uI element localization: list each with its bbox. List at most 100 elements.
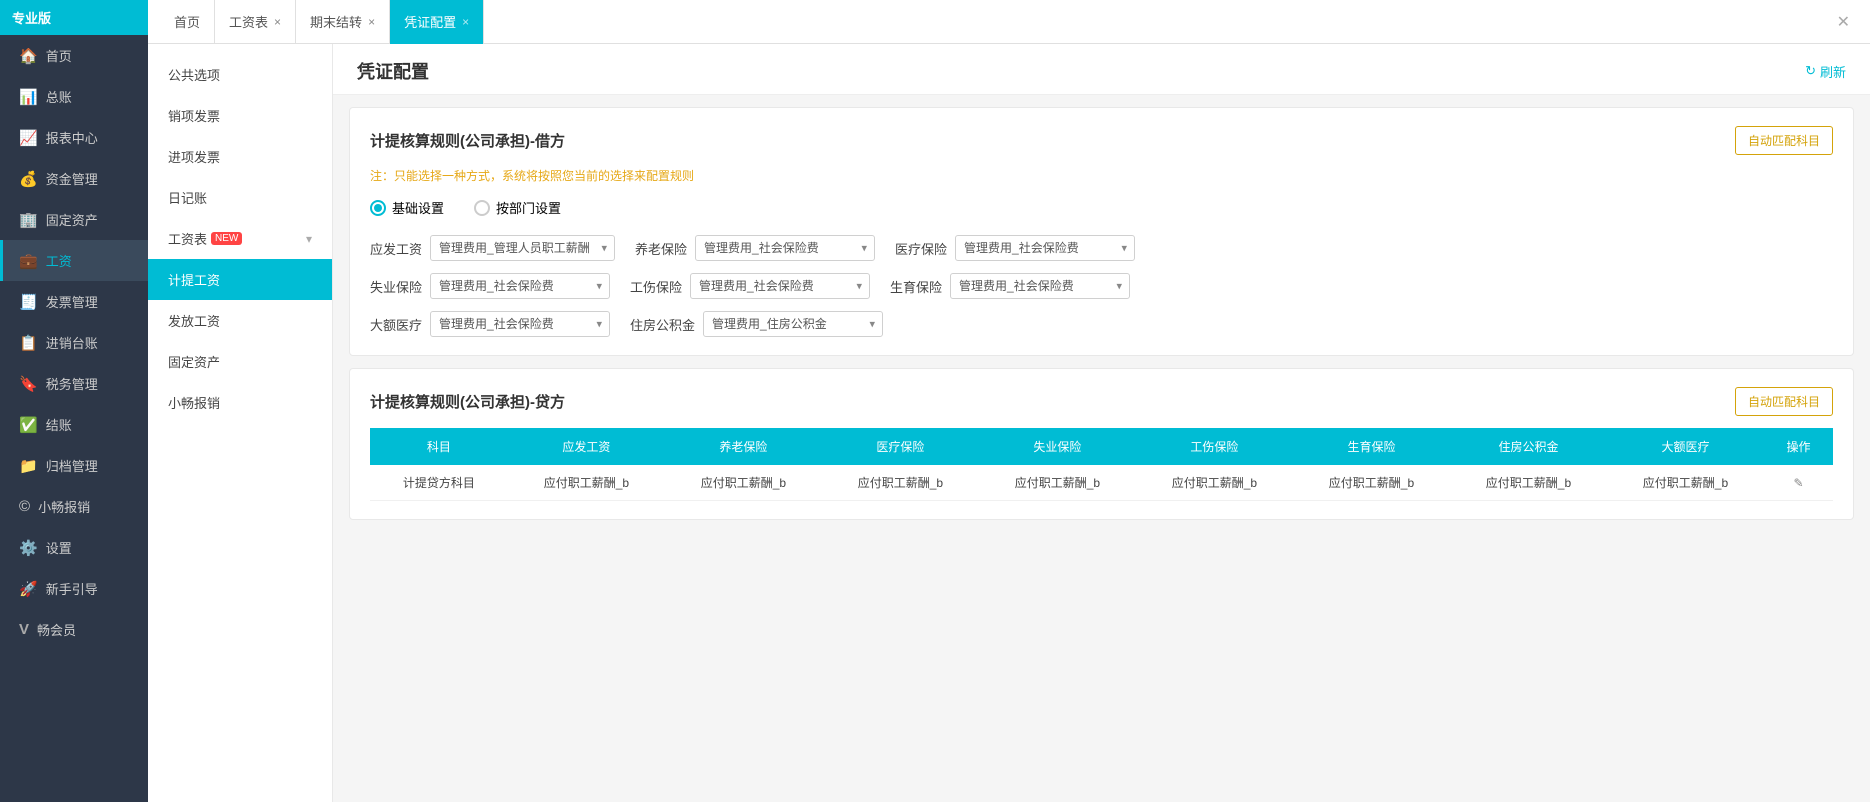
label-maternity: 生育保险: [890, 277, 942, 296]
sidebar-item-guide[interactable]: 🚀 新手引导: [0, 568, 148, 609]
cell-maternity: 应付职工薪酬_b: [1293, 465, 1450, 501]
sub-nav-expense-report[interactable]: 小畅报销: [148, 382, 332, 423]
close-voucher-config-icon[interactable]: ×: [462, 15, 469, 29]
label-unemployment: 失业保险: [370, 277, 422, 296]
sidebar-item-assets[interactable]: 🏢 固定资产: [0, 199, 148, 240]
sidebar-item-expense[interactable]: © 小畅报销: [0, 486, 148, 527]
sidebar-item-tax[interactable]: 🔖 税务管理: [0, 363, 148, 404]
tab-voucher-config[interactable]: 凭证配置 ×: [390, 0, 484, 44]
sub-nav-sales-invoice[interactable]: 销项发票: [148, 95, 332, 136]
select-medical-wrapper: 管理费用_社会保险费: [955, 235, 1135, 261]
form-row-1: 应发工资 管理费用_管理人员职工薪酬 养老保险 管理费用_社会保险费: [370, 235, 1833, 261]
label-salary: 应发工资: [370, 239, 422, 258]
home-icon: 🏠: [19, 47, 38, 65]
sidebar-item-payroll[interactable]: 💼 工资: [0, 240, 148, 281]
sidebar-item-label: 进销台账: [46, 333, 98, 352]
sidebar-item-reports[interactable]: 📈 报表中心: [0, 117, 148, 158]
tab-home[interactable]: 首页: [160, 0, 215, 44]
page-content: 凭证配置 ↻ 刷新 计提核算规则(公司承担)-借方 自动匹配科目 注：只能选择一…: [333, 44, 1870, 802]
sidebar-item-label: 畅会员: [37, 620, 76, 639]
cell-action[interactable]: ✎: [1764, 465, 1833, 501]
th-pension: 养老保险: [665, 428, 822, 465]
field-salary: 应发工资 管理费用_管理人员职工薪酬: [370, 235, 615, 261]
select-medical[interactable]: 管理费用_社会保险费: [955, 235, 1135, 261]
label-housing-fund: 住房公积金: [630, 315, 695, 334]
radio-basic-circle[interactable]: [370, 200, 386, 216]
radio-basic-label: 基础设置: [392, 198, 444, 217]
sidebar-item-archive[interactable]: 📁 归档管理: [0, 445, 148, 486]
select-maternity[interactable]: 管理费用_社会保险费: [950, 273, 1130, 299]
th-housing-fund: 住房公积金: [1450, 428, 1607, 465]
sub-nav-journal[interactable]: 日记账: [148, 177, 332, 218]
sidebar-item-label: 资金管理: [46, 169, 98, 188]
sidebar-item-settings[interactable]: ⚙️ 设置: [0, 527, 148, 568]
select-salary[interactable]: 管理费用_管理人员职工薪酬: [430, 235, 615, 261]
sub-nav-payroll-distribution[interactable]: 发放工资: [148, 300, 332, 341]
cell-housing-fund: 应付职工薪酬_b: [1450, 465, 1607, 501]
field-housing-fund: 住房公积金 管理费用_住房公积金: [630, 311, 883, 337]
field-medical: 医疗保险 管理费用_社会保险费: [895, 235, 1135, 261]
cell-work-injury: 应付职工薪酬_b: [1136, 465, 1293, 501]
content-area: 公共选项 销项发票 进项发票 日记账 工资表 NEW ▾ 计提工资 发放工资: [148, 44, 1870, 802]
sub-nav-fixed-assets[interactable]: 固定资产: [148, 341, 332, 382]
debit-section: 计提核算规则(公司承担)-借方 自动匹配科目 注：只能选择一种方式，系统将按照您…: [349, 107, 1854, 356]
tab-bar: 首页 工资表 × 期末结转 × 凭证配置 × ✕: [148, 0, 1870, 44]
cell-subject: 计提贷方科目: [370, 465, 508, 501]
radio-basic[interactable]: 基础设置: [370, 198, 444, 217]
sidebar-item-checkout[interactable]: ✅ 结账: [0, 404, 148, 445]
sidebar-item-label: 总账: [46, 87, 72, 106]
cell-critical-illness: 应付职工薪酬_b: [1607, 465, 1764, 501]
credit-auto-match-button[interactable]: 自动匹配科目: [1735, 387, 1833, 416]
main-area: 首页 工资表 × 期末结转 × 凭证配置 × ✕ 公共选项 销项发票 进项发票: [148, 0, 1870, 802]
sidebar-item-invoice[interactable]: 🧾 发票管理: [0, 281, 148, 322]
select-unemployment[interactable]: 管理费用_社会保险费: [430, 273, 610, 299]
th-action: 操作: [1764, 428, 1833, 465]
cell-pension: 应付职工薪酬_b: [665, 465, 822, 501]
label-medical: 医疗保险: [895, 239, 947, 258]
ledger-icon: 📊: [19, 88, 38, 106]
sidebar-item-label: 归档管理: [46, 456, 98, 475]
tab-payroll-table[interactable]: 工资表 ×: [215, 0, 296, 44]
sub-nav-accrual[interactable]: 计提工资: [148, 259, 332, 300]
sidebar-item-home[interactable]: 🏠 首页: [0, 35, 148, 76]
refresh-icon: ↻: [1805, 63, 1816, 79]
select-pension[interactable]: 管理费用_社会保险费: [695, 235, 875, 261]
sidebar-item-member[interactable]: V 畅会员: [0, 609, 148, 650]
app-title: 专业版: [0, 0, 148, 35]
th-maternity: 生育保险: [1293, 428, 1450, 465]
radio-department-circle[interactable]: [474, 200, 490, 216]
new-badge: NEW: [211, 232, 242, 245]
sidebar-item-funds[interactable]: 💰 资金管理: [0, 158, 148, 199]
sub-nav-public[interactable]: 公共选项: [148, 54, 332, 95]
debit-auto-match-button[interactable]: 自动匹配科目: [1735, 126, 1833, 155]
sidebar-item-trading[interactable]: 📋 进销台账: [0, 322, 148, 363]
th-medical: 医疗保险: [822, 428, 979, 465]
cell-unemployment: 应付职工薪酬_b: [979, 465, 1136, 501]
select-unemployment-wrapper: 管理费用_社会保险费: [430, 273, 610, 299]
field-maternity: 生育保险 管理费用_社会保险费: [890, 273, 1130, 299]
select-work-injury-wrapper: 管理费用_社会保险费: [690, 273, 870, 299]
close-payroll-table-icon[interactable]: ×: [274, 15, 281, 29]
settings-icon: ⚙️: [19, 539, 38, 557]
tab-period-transfer[interactable]: 期末结转 ×: [296, 0, 390, 44]
credit-section: 计提核算规则(公司承担)-贷方 自动匹配科目 科目 应发工资 养老保险 医疗保险…: [349, 368, 1854, 520]
close-period-transfer-icon[interactable]: ×: [368, 15, 375, 29]
form-row-3: 大额医疗 管理费用_社会保险费 住房公积金 管理费用_住房公积金: [370, 311, 1833, 337]
sidebar-item-ledger[interactable]: 📊 总账: [0, 76, 148, 117]
select-housing-fund[interactable]: 管理费用_住房公积金: [703, 311, 883, 337]
select-critical-illness[interactable]: 管理费用_社会保险费: [430, 311, 610, 337]
window-close-button[interactable]: ✕: [1829, 12, 1858, 32]
select-work-injury[interactable]: 管理费用_社会保险费: [690, 273, 870, 299]
edit-icon[interactable]: ✎: [1793, 476, 1803, 490]
radio-department[interactable]: 按部门设置: [474, 198, 561, 217]
debit-notice: 注：只能选择一种方式，系统将按照您当前的选择来配置规则: [370, 167, 1833, 184]
select-pension-wrapper: 管理费用_社会保险费: [695, 235, 875, 261]
sidebar-item-label: 设置: [46, 538, 72, 557]
th-critical-illness: 大额医疗: [1607, 428, 1764, 465]
payroll-icon: 💼: [19, 252, 38, 270]
credit-table: 科目 应发工资 养老保险 医疗保险 失业保险 工伤保险 生育保险 住房公积金 大…: [370, 428, 1833, 501]
refresh-button[interactable]: ↻ 刷新: [1805, 62, 1846, 81]
th-salary: 应发工资: [508, 428, 665, 465]
sub-nav-purchase-invoice[interactable]: 进项发票: [148, 136, 332, 177]
sub-nav-payroll-table[interactable]: 工资表 NEW ▾: [148, 218, 332, 259]
